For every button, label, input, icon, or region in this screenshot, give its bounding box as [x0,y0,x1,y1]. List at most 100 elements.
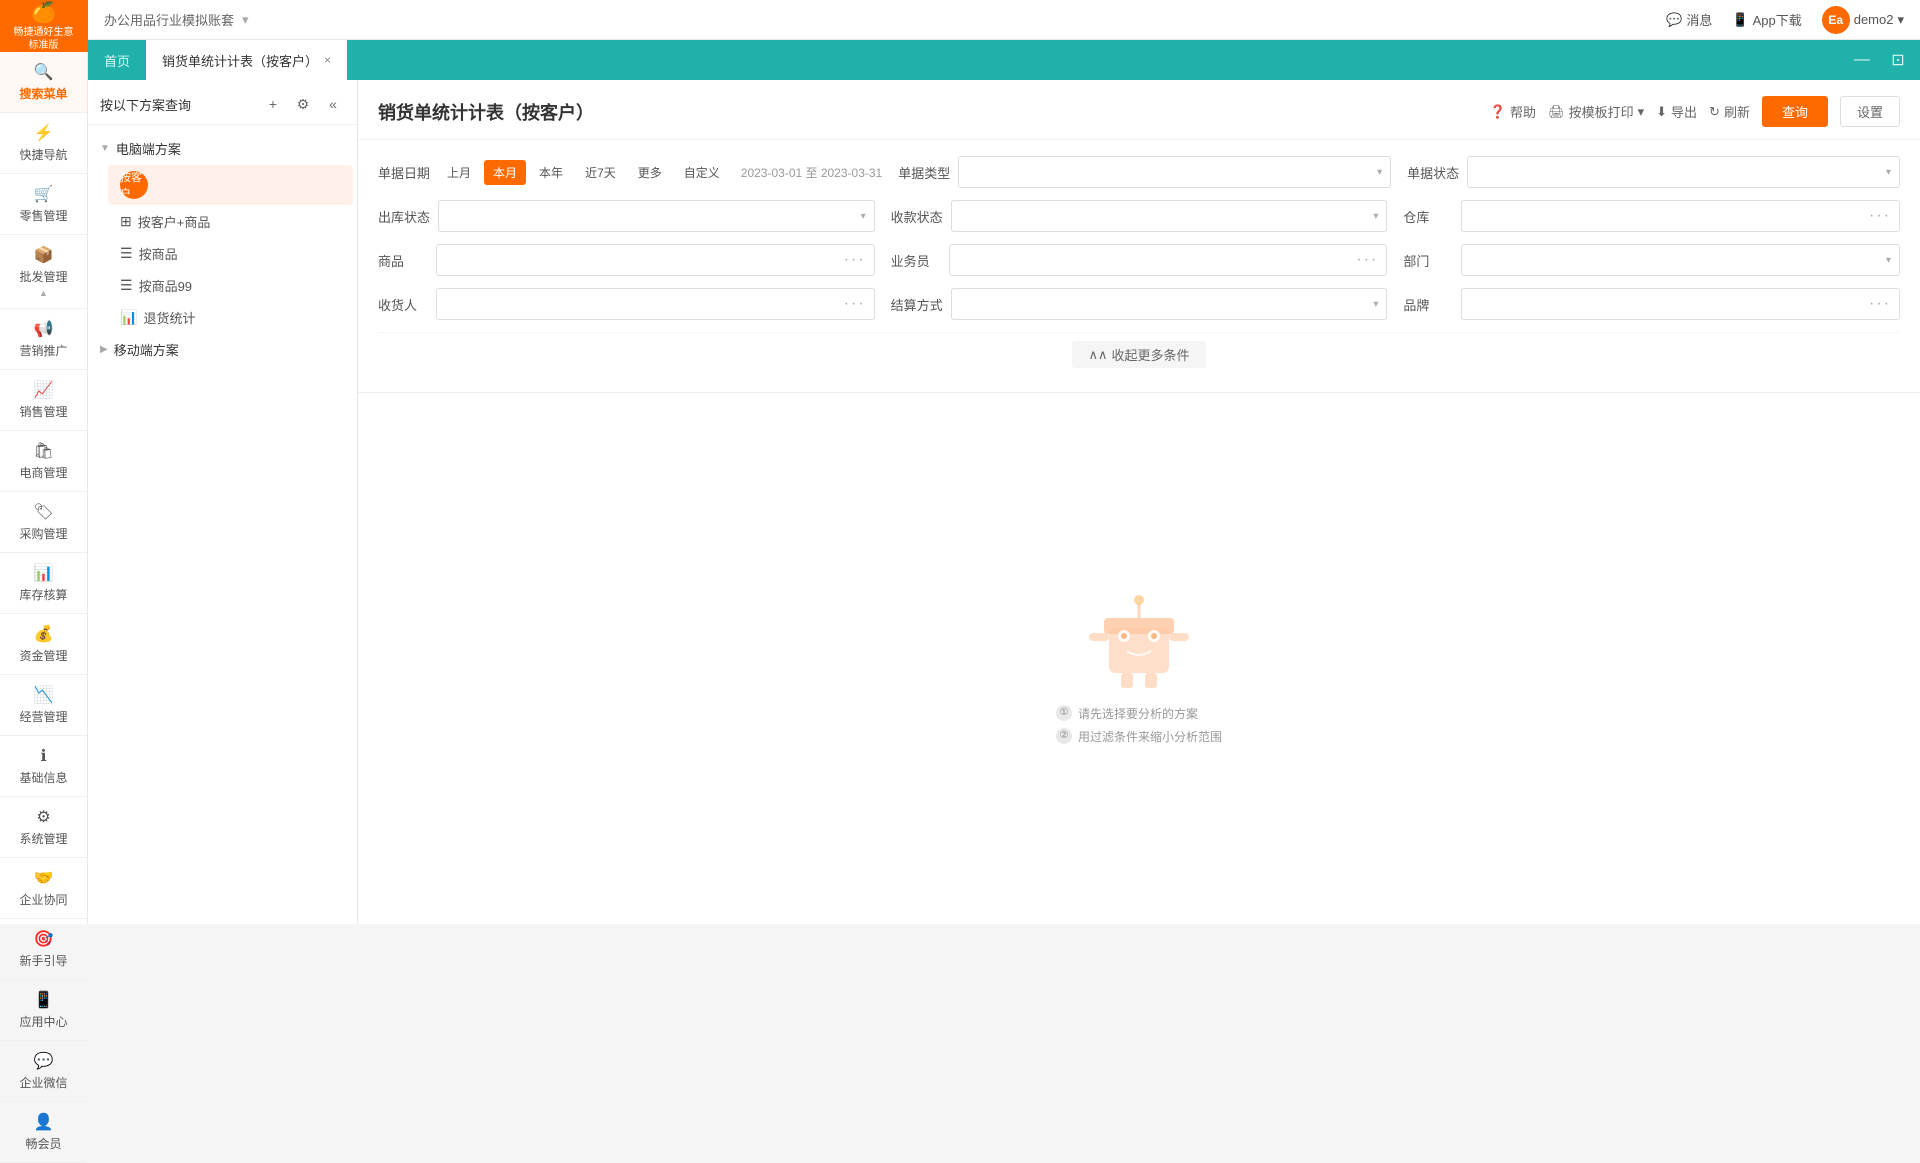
scheme-by-product99[interactable]: ☰ 按商品99 [108,270,353,301]
date-more[interactable]: 更多 [629,160,671,185]
scheme-customer-product[interactable]: ⊞ 按客户+商品 [108,206,353,237]
sidebar-item-operation[interactable]: 📉 经营管理 [0,675,87,736]
left-panel-header: 按以下方案查询 + ⚙ « [88,80,357,125]
filter-department: 部门 ▾ [1403,244,1900,276]
status-dropdown-icon: ▾ [1886,167,1891,178]
collapse-panel-btn[interactable]: « [321,92,345,116]
tab-sales-stats[interactable]: 销货单统计计表（按客户） × [146,40,347,80]
help-icon: ❓ [1490,104,1506,120]
scheme-icon: 📊 [120,309,137,326]
sidebar-item-finance[interactable]: 💰 资金管理 [0,614,87,675]
message-btn[interactable]: 💬 消息 [1666,10,1712,29]
sidebar-item-wholesale[interactable]: 📦 批发管理 ▲ [0,235,87,309]
export-btn[interactable]: ⬇ 导出 [1656,102,1697,121]
left-panel: 按以下方案查询 + ⚙ « ▼ 电脑端方案 [88,80,358,924]
settings-btn[interactable]: 设置 [1840,96,1900,127]
filter-settlement: 结算方式 ▾ [891,288,1388,320]
tree-expand-icon: ▼ [100,143,110,154]
receiver-input[interactable]: ··· [436,288,875,320]
left-panel-actions: + ⚙ « [261,92,345,116]
user-menu[interactable]: Ea demo2 ▾ [1822,6,1904,34]
tab-close-btn[interactable]: × [324,53,331,67]
product-input[interactable]: ··· [436,244,875,276]
tree-mobile-section[interactable]: ▶ 移动端方案 [88,334,357,365]
sidebar-item-wechat[interactable]: 💬 企业微信 [0,1041,87,1102]
template-print-btn[interactable]: 🖨 按模板打印 ▾ [1548,102,1644,121]
sidebar-item-apps[interactable]: 📱 应用中心 [0,980,87,1041]
tree-collapse-icon: ▶ [100,344,108,355]
wholesale-icon: 📦 [34,245,54,265]
tab-maximize-btn[interactable]: ⊡ [1884,46,1912,74]
date-this-year[interactable]: 本年 [530,160,572,185]
sidebar-item-newbie[interactable]: 🎯 新手引导 [0,919,87,980]
receiver-label: 收货人 [378,295,428,314]
warehouse-input[interactable]: ··· [1461,200,1900,232]
scheme-by-customer[interactable]: 按客户 [108,165,353,205]
warehouse-dots: ··· [1869,207,1891,225]
retail-icon: 🛒 [34,184,54,204]
out-status-select[interactable]: ▾ [438,200,875,232]
filter-type: 单据类型 ▾ [898,156,1391,188]
sidebar-item-purchase[interactable]: 🏷 采购管理 [0,492,87,553]
sidebar-item-member[interactable]: 👤 畅会员 [0,1102,87,1163]
date-last-month[interactable]: 上月 [438,160,480,185]
sidebar-item-basic[interactable]: ℹ 基础信息 [0,736,87,797]
sidebar-item-sales[interactable]: 📈 销售管理 [0,370,87,431]
tree-desktop-section[interactable]: ▼ 电脑端方案 [88,133,357,164]
sidebar-item-inventory[interactable]: 📊 库存核算 [0,553,87,614]
sidebar-item-quick[interactable]: ⚡ 快捷导航 [0,113,87,174]
hint-2: ② 用过滤条件来缩小分析范围 [1056,728,1222,745]
tab-home[interactable]: 首页 [88,40,146,80]
export-icon: ⬇ [1656,104,1667,120]
filter-row-1: 单据日期 上月 本月 本年 近7天 更多 自定义 2023-03-01 至 20… [378,156,1900,188]
empty-hints: ① 请先选择要分析的方案 ② 用过滤条件来缩小分析范围 [1056,705,1222,745]
receive-status-select[interactable]: ▾ [951,200,1388,232]
settlement-select[interactable]: ▾ [951,288,1388,320]
add-scheme-btn[interactable]: + [261,92,285,116]
out-status-label: 出库状态 [378,207,430,226]
scheme-return-stats[interactable]: 📊 退货统计 [108,302,353,333]
settings-scheme-btn[interactable]: ⚙ [291,92,315,116]
quick-icon: ⚡ [34,123,54,143]
collapse-up-icon: ∧∧ [1088,347,1107,363]
sidebar-item-marketing[interactable]: 📢 营销推广 [0,309,87,370]
page-header: 销货单统计计表（按客户） ❓ 帮助 🖨 按模板打印 ▾ ⬇ 导出 [358,80,1920,140]
status-label: 单据状态 [1407,163,1459,182]
sidebar-item-ecommerce[interactable]: 🛍 电商管理 [0,431,87,492]
dropdown-arrow[interactable]: ▾ [242,12,249,28]
hint-1: ① 请先选择要分析的方案 [1056,705,1222,722]
sidebar-item-search[interactable]: 🔍 搜索菜单 [0,52,87,113]
filter-row-2: 出库状态 ▾ 收款状态 ▾ 仓库 [378,200,1900,232]
filter-warehouse: 仓库 ··· [1403,200,1900,232]
app-download-btn[interactable]: 📱 App下载 [1732,10,1801,29]
department-select[interactable]: ▾ [1461,244,1900,276]
status-select[interactable]: ▾ [1467,156,1900,188]
filter-receive-status: 收款状态 ▾ [891,200,1388,232]
wechat-icon: 💬 [34,1051,54,1071]
sidebar-item-retail[interactable]: 🛒 零售管理 [0,174,87,235]
brand-input[interactable]: ··· [1461,288,1900,320]
product-dots: ··· [844,251,866,269]
sidebar-item-system[interactable]: ⚙ 系统管理 [0,797,87,858]
tab-minimize-btn[interactable]: — [1848,46,1876,74]
scheme-by-product[interactable]: ☰ 按商品 [108,238,353,269]
page-header-actions: ❓ 帮助 🖨 按模板打印 ▾ ⬇ 导出 ↻ 刷新 [1490,96,1900,127]
apps-icon: 📱 [34,990,54,1010]
print-dropdown-icon: ▾ [1638,104,1645,120]
type-select[interactable]: ▾ [958,156,1391,188]
salesperson-input[interactable]: ··· [949,244,1388,276]
refresh-btn[interactable]: ↻ 刷新 [1709,102,1750,121]
date-custom[interactable]: 自定义 [675,160,729,185]
date-7days[interactable]: 近7天 [576,160,625,185]
tab-bar-actions: — ⊡ [1848,46,1920,74]
type-label: 单据类型 [898,163,950,182]
date-this-month[interactable]: 本月 [484,160,526,185]
active-indicator: 按客户 [120,171,148,199]
help-btn[interactable]: ❓ 帮助 [1490,102,1536,121]
sidebar-item-enterprise[interactable]: 🤝 企业协同 [0,858,87,919]
query-btn[interactable]: 查询 [1762,96,1828,127]
main-area: 办公用品行业模拟账套 ▾ 💬 消息 📱 App下载 Ea demo2 ▾ 首 [88,0,1920,924]
collapse-btn[interactable]: ∧∧ 收起更多条件 [1072,341,1205,368]
empty-illustration [1079,573,1199,693]
salesperson-dots: ··· [1356,251,1378,269]
